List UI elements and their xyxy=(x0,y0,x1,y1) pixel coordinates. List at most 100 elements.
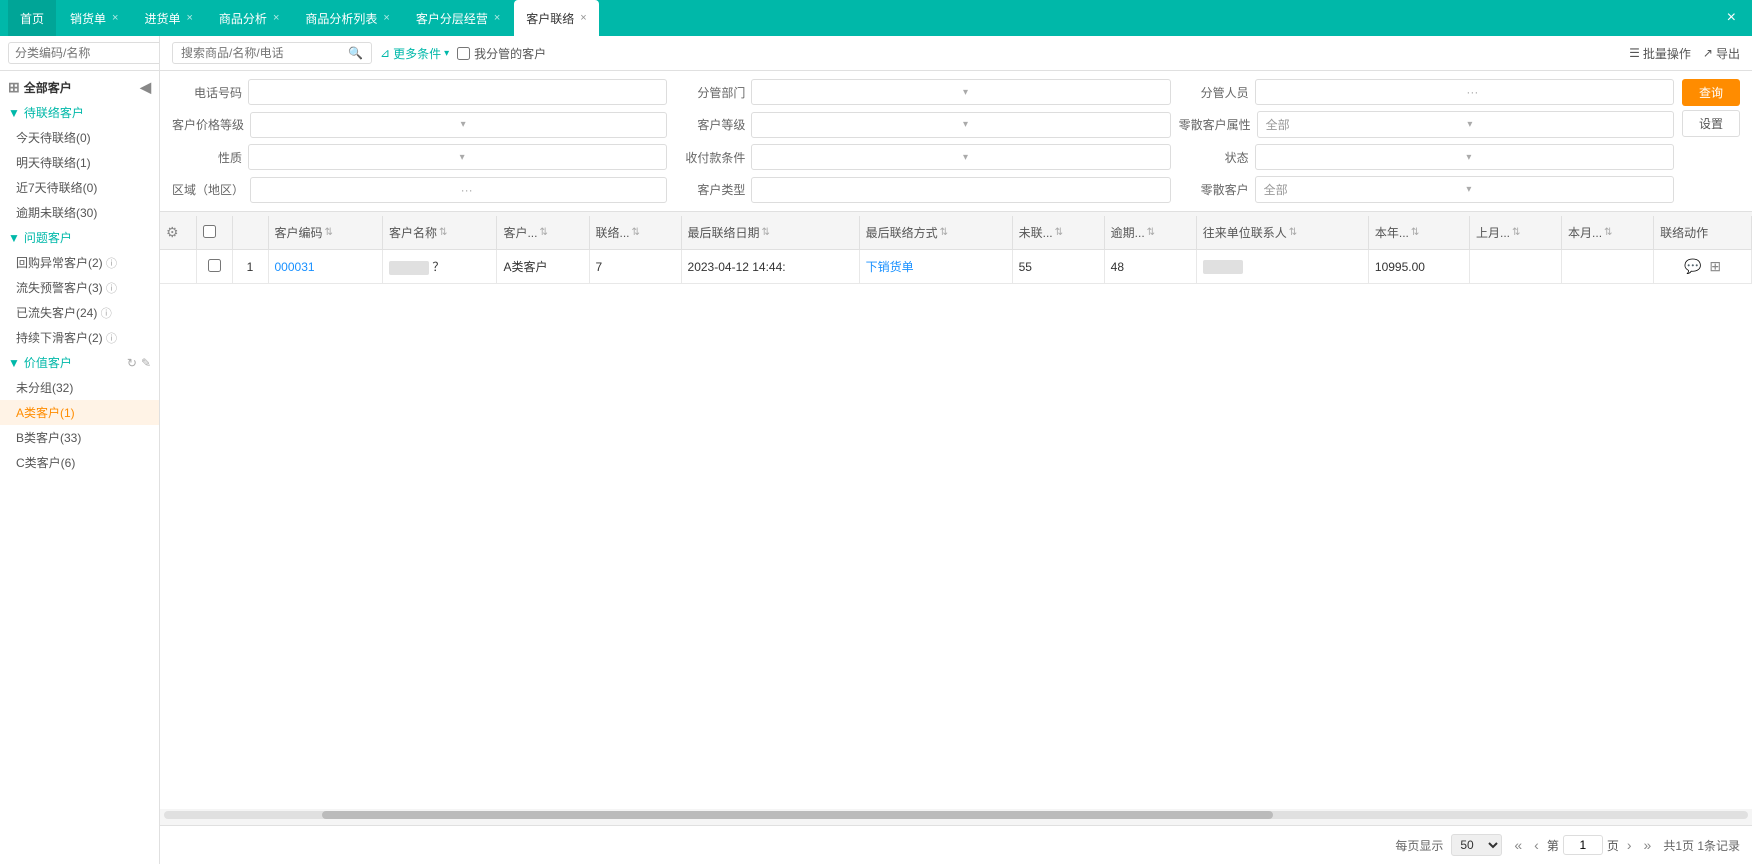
close-product-analysis[interactable]: × xyxy=(273,12,279,24)
batch-op-btn[interactable]: ☰ 批量操作 xyxy=(1629,45,1691,62)
payment-input[interactable]: ▾ xyxy=(751,144,1170,170)
dept-input[interactable]: ▾ xyxy=(751,79,1170,105)
price-level-input[interactable]: ▾ xyxy=(250,112,667,138)
sidebar-item-abnormal-repurchase[interactable]: 回购异常客户(2) ⓘ xyxy=(0,250,159,275)
nav-tab-purchase[interactable]: 进货单 × xyxy=(132,0,204,36)
sidebar-item-today-contact[interactable]: 今天待联络(0) xyxy=(0,125,159,150)
sidebar-collapse-icon[interactable]: ◀ xyxy=(140,79,151,96)
row-settings xyxy=(160,250,196,284)
sidebar: 🔍 ⊞ 全部客户 ◀ ▼ 待联络客户 今天待联络(0) 明天待联络(1) 近7天… xyxy=(0,36,160,864)
payment-label: 收付款条件 xyxy=(675,149,745,166)
sidebar-item-overdue-contact[interactable]: 逾期未联络(30) xyxy=(0,200,159,225)
filter-buttons: 查询 设置 xyxy=(1682,79,1740,137)
section-pending-contact[interactable]: ▼ 待联络客户 xyxy=(0,100,159,125)
nav-tab-home[interactable]: 首页 xyxy=(8,0,56,36)
first-page-btn[interactable]: « xyxy=(1510,835,1526,855)
close-product-analysis-list[interactable]: × xyxy=(383,12,389,24)
col-this-month[interactable]: 本月... ⇅ xyxy=(1562,216,1654,250)
sidebar-item-ungrouped[interactable]: 未分组(32) xyxy=(0,375,159,400)
nature-input[interactable]: ▾ xyxy=(248,144,667,170)
filter-search-box[interactable]: 🔍 xyxy=(172,42,372,64)
page-number-input[interactable] xyxy=(1563,835,1603,855)
more-filters-btn[interactable]: ⊿ 更多条件 ▾ xyxy=(380,45,449,62)
customer-type-input[interactable] xyxy=(751,177,1170,203)
col-settings[interactable]: ⚙ xyxy=(160,216,196,250)
export-btn[interactable]: ↗ 导出 xyxy=(1703,45,1740,62)
retail-attr-input[interactable]: 全部 ▾ xyxy=(1257,111,1674,138)
search-icon[interactable]: 🔍 xyxy=(348,46,363,60)
sidebar-item-7days-contact[interactable]: 近7天待联络(0) xyxy=(0,175,159,200)
customer-level-input[interactable]: ▾ xyxy=(751,112,1170,138)
status-label: 状态 xyxy=(1179,149,1249,166)
sidebar-item-churned[interactable]: 已流失客户(24) ⓘ xyxy=(0,300,159,325)
region-input[interactable]: ··· xyxy=(250,177,667,203)
manager-dots: ··· xyxy=(1466,85,1665,99)
nav-tab-sales[interactable]: 销货单 × xyxy=(58,0,130,36)
retail-customer-input[interactable]: 全部 ▾ xyxy=(1255,176,1674,203)
col-this-year[interactable]: 本年... ⇅ xyxy=(1368,216,1469,250)
sidebar-item-class-b[interactable]: B类客户(33) xyxy=(0,425,159,450)
col-customer-name[interactable]: 客户名称 ⇅ xyxy=(382,216,496,250)
next-page-btn[interactable]: › xyxy=(1623,835,1636,855)
sidebar-item-churn-warning[interactable]: 流失预警客户(3) ⓘ xyxy=(0,275,159,300)
close-customer-contact[interactable]: × xyxy=(580,12,586,24)
customer-level-arrow: ▾ xyxy=(963,119,1162,130)
nav-tab-product-analysis-list[interactable]: 商品分析列表 × xyxy=(293,0,401,36)
sort-overdue-icon: ⇅ xyxy=(1147,227,1155,238)
nav-tab-customer-contact[interactable]: 客户联络 × xyxy=(514,0,598,36)
col-last-contact-method[interactable]: 最后联络方式 ⇅ xyxy=(859,216,1012,250)
row-code: 000031 xyxy=(268,250,382,284)
settings-button[interactable]: 设置 xyxy=(1682,110,1740,137)
row-select-checkbox[interactable] xyxy=(208,259,221,272)
my-customers-checkbox[interactable]: 我分管的客户 xyxy=(457,45,546,62)
prev-page-btn[interactable]: ‹ xyxy=(1530,835,1543,855)
horizontal-scrollbar[interactable] xyxy=(160,809,1752,821)
search-input[interactable] xyxy=(181,46,344,60)
edit-icon[interactable]: ✎ xyxy=(141,356,151,370)
sidebar-item-tomorrow-contact[interactable]: 明天待联络(1) xyxy=(0,150,159,175)
col-overdue[interactable]: 逾期... ⇅ xyxy=(1104,216,1196,250)
close-purchase[interactable]: × xyxy=(186,12,192,24)
col-contact-label: 联络... xyxy=(596,224,630,241)
refresh-icon[interactable]: ↻ xyxy=(127,356,137,370)
sidebar-item-class-c[interactable]: C类客户(6) xyxy=(0,450,159,475)
col-last-contact-date[interactable]: 最后联络日期 ⇅ xyxy=(681,216,859,250)
table-scroll[interactable]: ⚙ 客户编码 ⇅ xyxy=(160,216,1752,809)
manager-input[interactable]: ··· xyxy=(1255,79,1674,105)
sidebar-item-declining[interactable]: 持续下滑客户(2) ⓘ xyxy=(0,325,159,350)
col-no-contact[interactable]: 未联... ⇅ xyxy=(1012,216,1104,250)
contact-method-link[interactable]: 下销货单 xyxy=(866,260,914,274)
page-size-select[interactable]: 50 100 200 xyxy=(1451,834,1502,856)
nav-tab-customer-layer[interactable]: 客户分层经营 × xyxy=(404,0,512,36)
filter-row-3: 性质 ▾ 收付款条件 ▾ xyxy=(172,144,1674,170)
nav-tab-product-analysis[interactable]: 商品分析 × xyxy=(207,0,291,36)
status-input[interactable]: ▾ xyxy=(1255,144,1674,170)
close-window-btn[interactable]: × xyxy=(1719,9,1744,27)
col-customer-code[interactable]: 客户编码 ⇅ xyxy=(268,216,382,250)
phone-input[interactable] xyxy=(248,79,667,105)
customer-code-link[interactable]: 000031 xyxy=(275,260,315,274)
close-customer-layer[interactable]: × xyxy=(494,12,500,24)
scrollbar-thumb[interactable] xyxy=(322,811,1272,819)
section-value-customers[interactable]: ▼ 价值客户 ↻ ✎ xyxy=(0,350,159,375)
product-analysis-label: 商品分析 xyxy=(219,10,267,27)
col-last-month[interactable]: 上月... ⇅ xyxy=(1470,216,1562,250)
last-page-btn[interactable]: » xyxy=(1640,835,1656,855)
field-retail-customer: 零散客户 全部 ▾ xyxy=(1179,176,1674,203)
select-all-checkbox[interactable] xyxy=(203,225,216,238)
query-button[interactable]: 查询 xyxy=(1682,79,1740,106)
close-sales[interactable]: × xyxy=(112,12,118,24)
row-index: 1 xyxy=(232,250,268,284)
qr-icon[interactable]: ⊞ xyxy=(1709,258,1721,275)
sidebar-item-class-a[interactable]: A类客户(1) xyxy=(0,400,159,425)
section-problem-customers[interactable]: ▼ 问题客户 xyxy=(0,225,159,250)
table-header-row: ⚙ 客户编码 ⇅ xyxy=(160,216,1752,250)
sidebar-search-input[interactable] xyxy=(8,42,160,64)
col-contact-count[interactable]: 联络... ⇅ xyxy=(589,216,681,250)
col-customer-type[interactable]: 客户... ⇅ xyxy=(497,216,589,250)
my-customers-check[interactable] xyxy=(457,47,470,60)
chat-icon[interactable]: 💬 xyxy=(1684,258,1701,275)
settings-gear-icon[interactable]: ⚙ xyxy=(166,224,179,240)
page-label: 第 xyxy=(1547,837,1559,854)
col-unit-contact[interactable]: 往来单位联系人 ⇅ xyxy=(1196,216,1368,250)
